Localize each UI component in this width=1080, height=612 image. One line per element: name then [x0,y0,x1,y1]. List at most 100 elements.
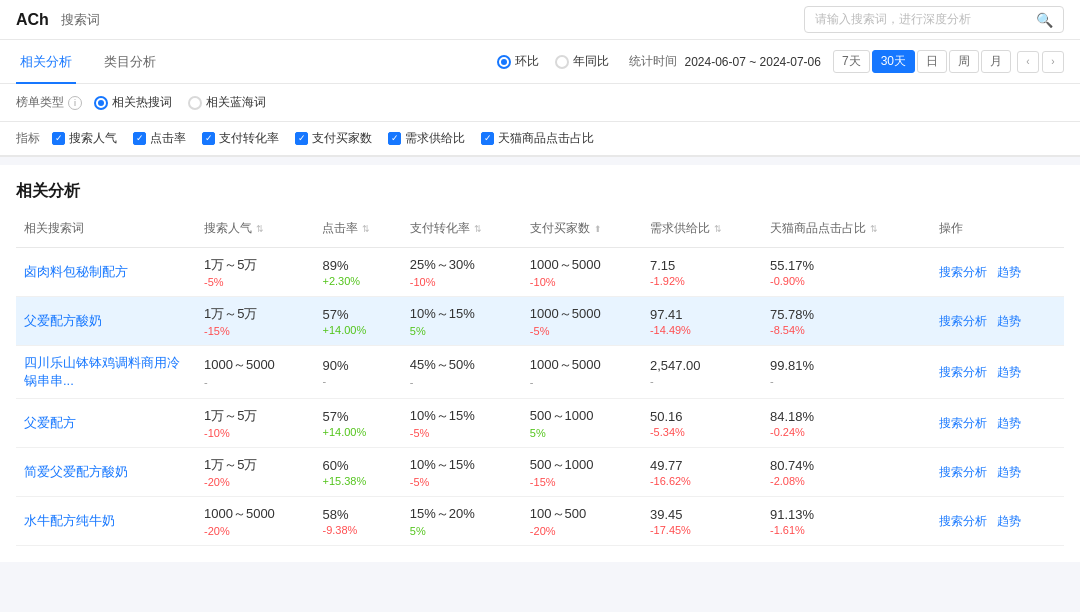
action-search-4[interactable]: 搜索分析 [939,465,987,479]
radio-group: 环比 年同比 [497,53,609,70]
tab-correlation[interactable]: 相关分析 [16,40,76,84]
td-search-pop-4: 1万～5万 -20% [196,448,314,497]
action-trend-0[interactable]: 趋势 [997,265,1021,279]
action-trend-1[interactable]: 趋势 [997,314,1021,328]
th-pay-conv[interactable]: 支付转化率 ⇅ [402,210,522,248]
td-click-rate-4: 60% +15.38% [314,448,401,497]
td-pay-buyers-2: 1000～5000 - [522,346,642,399]
radio-yontongbi[interactable]: 年同比 [555,53,609,70]
sort-icon-supply: ⇅ [714,224,722,234]
th-action: 操作 [931,210,1064,248]
time-label: 统计时间 [629,53,677,70]
checkbox-box-search-pop [52,132,65,145]
td-keyword-3[interactable]: 父爱配方 [16,399,196,448]
filter-blue-dot [188,96,202,110]
td-pay-conv-0: 25%～30% -10% [402,248,522,297]
sort-icon-pay-buyers: ⬆ [594,224,602,234]
btn-7day[interactable]: 7天 [833,50,870,73]
prev-arrow[interactable]: ‹ [1017,51,1039,73]
checkbox-box-pay-buyers [295,132,308,145]
search-box[interactable]: 请输入搜索词，进行深度分析 🔍 [804,6,1064,33]
td-pay-buyers-3: 500～1000 5% [522,399,642,448]
td-keyword-2[interactable]: 四川乐山钵钵鸡调料商用冷锅串串... [16,346,196,399]
th-supply[interactable]: 需求供给比 ⇅ [642,210,762,248]
action-trend-3[interactable]: 趋势 [997,416,1021,430]
search-placeholder: 请输入搜索词，进行深度分析 [815,11,971,28]
table-row: 水牛配方纯牛奶 1000～5000 -20% 58% -9.38% 15%～20… [16,497,1064,546]
filter-row: 榜单类型 i 相关热搜词 相关蓝海词 [0,84,1080,122]
td-search-pop-0: 1万～5万 -5% [196,248,314,297]
action-trend-5[interactable]: 趋势 [997,514,1021,528]
td-action-2: 搜索分析 趋势 [931,346,1064,399]
checkbox-box-click-rate [133,132,146,145]
radio-dot-yontongbi [555,55,569,69]
table-row: 父爱配方 1万～5万 -10% 57% +14.00% 10%～15% -5% … [16,399,1064,448]
section-correlation: 相关分析 相关搜索词 搜索人气 ⇅ 点击率 [0,165,1080,562]
radio-label-yontongbi: 年同比 [573,53,609,70]
td-pay-conv-3: 10%～15% -5% [402,399,522,448]
td-click-rate-1: 57% +14.00% [314,297,401,346]
radio-huanbi[interactable]: 环比 [497,53,539,70]
btn-week[interactable]: 周 [949,50,979,73]
th-tmall[interactable]: 天猫商品点击占比 ⇅ [762,210,931,248]
btn-day[interactable]: 日 [917,50,947,73]
td-action-3: 搜索分析 趋势 [931,399,1064,448]
td-tmall-0: 55.17% -0.90% [762,248,931,297]
action-trend-4[interactable]: 趋势 [997,465,1021,479]
td-pay-conv-5: 15%～20% 5% [402,497,522,546]
checkbox-pay-conv[interactable]: 支付转化率 [202,130,279,147]
checkbox-box-tmall [481,132,494,145]
search-icon: 🔍 [1036,12,1053,28]
filter-hot[interactable]: 相关热搜词 [94,94,172,111]
checkbox-search-pop[interactable]: 搜索人气 [52,130,117,147]
filter-label: 榜单类型 i [16,94,82,111]
checkbox-pay-buyers[interactable]: 支付买家数 [295,130,372,147]
filter-blue[interactable]: 相关蓝海词 [188,94,266,111]
td-keyword-5[interactable]: 水牛配方纯牛奶 [16,497,196,546]
td-tmall-4: 80.74% -2.08% [762,448,931,497]
time-buttons: 7天 30天 日 周 月 [833,50,1011,73]
action-search-2[interactable]: 搜索分析 [939,365,987,379]
next-arrow[interactable]: › [1042,51,1064,73]
action-search-0[interactable]: 搜索分析 [939,265,987,279]
th-search-pop[interactable]: 搜索人气 ⇅ [196,210,314,248]
radio-label-huanbi: 环比 [515,53,539,70]
td-keyword-0[interactable]: 卤肉料包秘制配方 [16,248,196,297]
td-supply-0: 7.15 -1.92% [642,248,762,297]
btn-30day[interactable]: 30天 [872,50,915,73]
data-table: 相关搜索词 搜索人气 ⇅ 点击率 ⇅ [16,210,1064,546]
checkbox-box-pay-conv [202,132,215,145]
td-action-4: 搜索分析 趋势 [931,448,1064,497]
sort-icon-pay-conv: ⇅ [474,224,482,234]
btn-month[interactable]: 月 [981,50,1011,73]
section-title: 相关分析 [0,165,1080,210]
sort-icon-tmall: ⇅ [870,224,878,234]
checkbox-tmall[interactable]: 天猫商品点击占比 [481,130,594,147]
td-action-1: 搜索分析 趋势 [931,297,1064,346]
action-search-1[interactable]: 搜索分析 [939,314,987,328]
td-pay-conv-4: 10%～15% -5% [402,448,522,497]
checkbox-supply[interactable]: 需求供给比 [388,130,465,147]
tab-category[interactable]: 类目分析 [100,40,160,84]
td-supply-4: 49.77 -16.62% [642,448,762,497]
td-pay-conv-1: 10%～15% 5% [402,297,522,346]
action-trend-2[interactable]: 趋势 [997,365,1021,379]
table-row: 父爱配方酸奶 1万～5万 -15% 57% +14.00% 10%～15% 5%… [16,297,1064,346]
indicators-label: 指标 [16,130,40,147]
indicators-row: 指标 搜索人气 点击率 支付转化率 支付买家数 需求供给比 天猫商品点击占比 [0,122,1080,157]
table-header-row: 相关搜索词 搜索人气 ⇅ 点击率 ⇅ [16,210,1064,248]
td-keyword-4[interactable]: 简爱父爱配方酸奶 [16,448,196,497]
action-search-5[interactable]: 搜索分析 [939,514,987,528]
checkbox-click-rate[interactable]: 点击率 [133,130,186,147]
td-click-rate-3: 57% +14.00% [314,399,401,448]
td-keyword-1[interactable]: 父爱配方酸奶 [16,297,196,346]
td-tmall-5: 91.13% -1.61% [762,497,931,546]
th-pay-buyers[interactable]: 支付买家数 ⬆ [522,210,642,248]
th-click-rate[interactable]: 点击率 ⇅ [314,210,401,248]
th-keyword: 相关搜索词 [16,210,196,248]
action-search-3[interactable]: 搜索分析 [939,416,987,430]
sort-icon-search-pop: ⇅ [256,224,264,234]
td-action-0: 搜索分析 趋势 [931,248,1064,297]
td-tmall-3: 84.18% -0.24% [762,399,931,448]
td-supply-5: 39.45 -17.45% [642,497,762,546]
